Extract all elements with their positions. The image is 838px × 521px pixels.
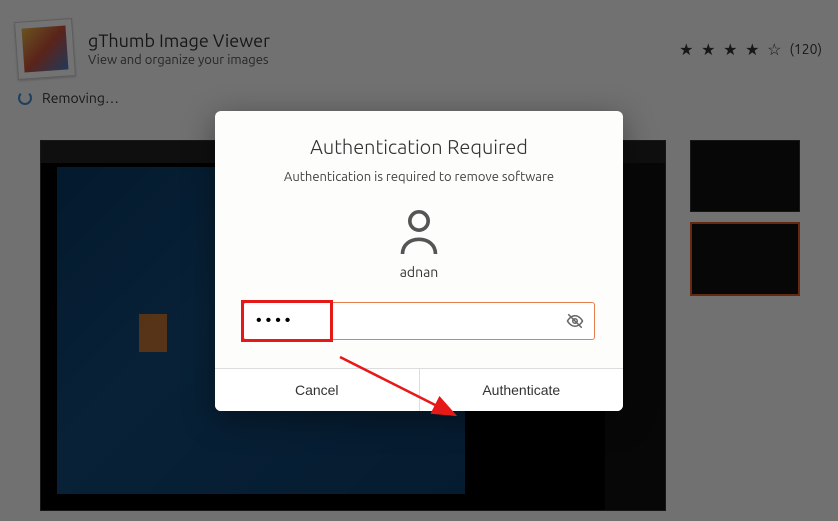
dialog-subtitle: Authentication is required to remove sof… xyxy=(243,170,595,184)
dialog-title: Authentication Required xyxy=(243,135,595,158)
authenticate-button[interactable]: Authenticate xyxy=(420,369,624,411)
eye-off-icon xyxy=(566,312,584,330)
auth-dialog: Authentication Required Authentication i… xyxy=(215,111,623,411)
password-input[interactable] xyxy=(243,302,595,340)
cancel-button[interactable]: Cancel xyxy=(215,369,420,411)
toggle-password-visibility-button[interactable] xyxy=(561,307,589,335)
user-icon xyxy=(397,208,441,256)
username-label: adnan xyxy=(243,264,595,280)
